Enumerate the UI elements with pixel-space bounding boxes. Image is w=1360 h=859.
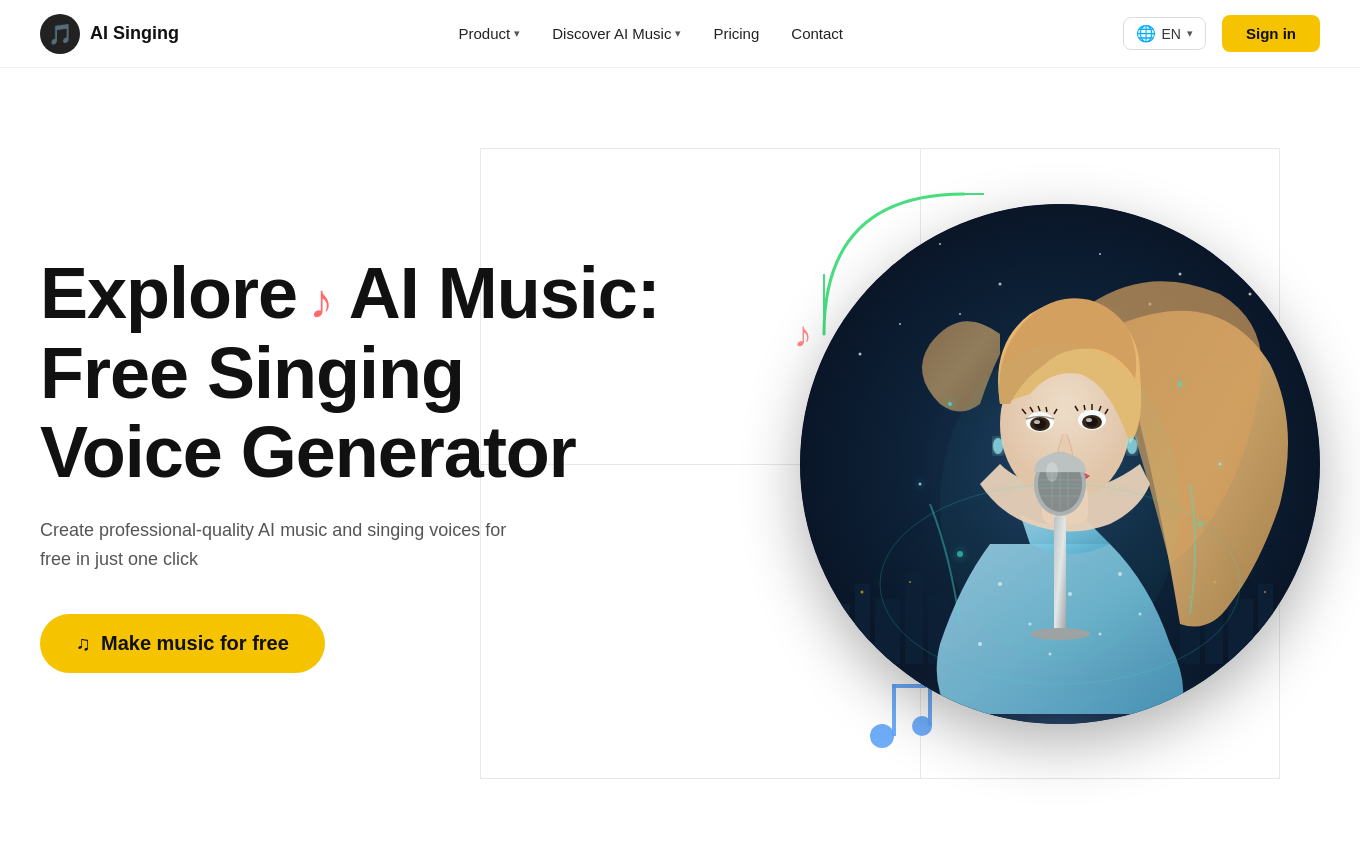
svg-rect-5 [892,684,926,688]
svg-point-73 [1178,382,1182,386]
svg-rect-4 [892,684,896,736]
svg-point-15 [899,323,901,325]
translate-icon: 🌐 [1136,24,1156,43]
svg-point-36 [1264,591,1266,593]
singer-image [800,204,1320,724]
svg-point-32 [861,590,864,593]
svg-point-2 [870,724,894,748]
svg-point-16 [859,352,862,355]
decorative-music-note-pink: ♪ [794,314,812,356]
make-music-button[interactable]: ♫ Make music for free [40,614,325,673]
svg-point-9 [939,243,941,245]
svg-point-71 [940,344,1180,664]
svg-point-12 [1179,272,1182,275]
svg-rect-28 [1228,599,1253,664]
nav-pricing[interactable]: Pricing [713,25,759,42]
svg-point-74 [957,551,963,557]
hero-section: Explore ♪ AI Music: Free Singing Voice G… [0,68,1360,859]
language-selector[interactable]: 🌐 EN ▾ [1123,17,1206,50]
svg-rect-30 [1278,609,1298,664]
hero-subtitle: Create professional-quality AI music and… [40,516,540,574]
nav-contact[interactable]: Contact [791,25,843,42]
chevron-down-icon: ▾ [1187,27,1193,40]
music-note-icon: ♪ [297,275,332,328]
svg-point-11 [1099,253,1101,255]
navbar: 🎵 AI Singing Product ▾ Discover AI Music… [0,0,1360,68]
hero-title-ai-music: AI Music: [332,253,659,333]
svg-point-76 [919,482,922,485]
svg-point-10 [999,282,1002,285]
svg-point-77 [1219,462,1222,465]
sign-in-button[interactable]: Sign in [1222,15,1320,52]
svg-rect-21 [830,604,850,664]
svg-point-17 [1289,333,1291,335]
hero-title-explore: Explore [40,253,297,333]
hero-right: ♪ [744,114,1320,814]
hero-title: Explore ♪ AI Music: Free Singing Voice G… [40,254,704,492]
logo[interactable]: 🎵 AI Singing [40,14,179,54]
nav-product[interactable]: Product ▾ [459,25,521,42]
nav-center: Product ▾ Discover AI Music ▾ Pricing Co… [459,25,843,42]
hero-title-line2: Free Singing [40,333,464,413]
chevron-down-icon: ▾ [675,27,681,40]
svg-point-3 [912,716,932,736]
hero-title-line3: Voice Generator [40,412,576,492]
svg-point-31 [844,611,846,613]
chevron-down-icon: ▾ [514,27,520,40]
logo-icon: 🎵 [40,14,80,54]
svg-point-75 [1198,522,1202,526]
svg-point-13 [1219,243,1221,245]
nav-discover[interactable]: Discover AI Music ▾ [552,25,681,42]
svg-point-14 [1249,292,1252,295]
svg-point-43 [978,642,982,646]
svg-point-72 [948,402,952,406]
nav-right: 🌐 EN ▾ Sign in [1123,15,1320,52]
logo-text: AI Singing [90,23,179,44]
svg-point-33 [909,581,911,583]
svg-rect-29 [1258,584,1273,664]
svg-point-18 [959,313,961,315]
svg-rect-23 [875,599,900,664]
svg-point-8 [879,262,882,265]
hero-left: Explore ♪ AI Music: Free Singing Voice G… [40,254,744,672]
svg-rect-22 [855,584,870,664]
svg-rect-24 [905,574,923,664]
music-note-cta-icon: ♫ [76,632,91,655]
